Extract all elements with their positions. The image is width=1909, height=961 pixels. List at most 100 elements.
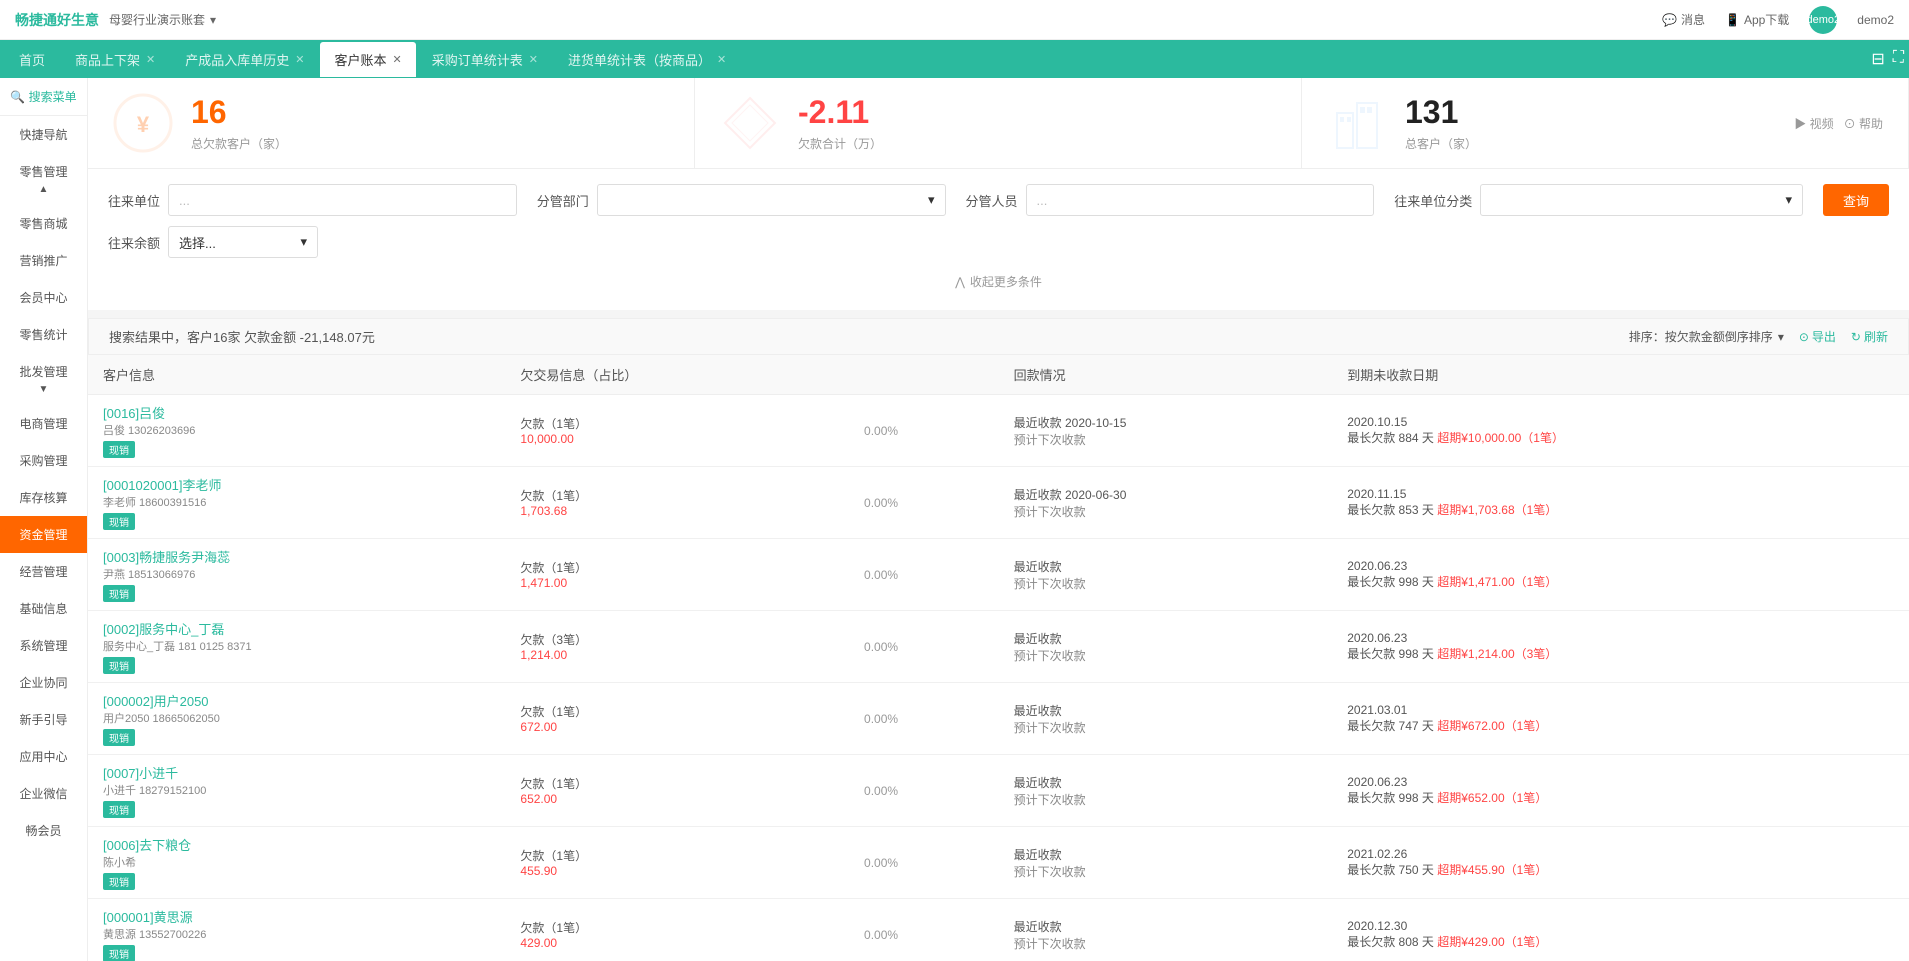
tab-minimize-icon[interactable]: ⊟ [1871, 49, 1884, 69]
next-payment-1: 预计下次收款 [1014, 503, 1318, 520]
overdue-link-0[interactable]: 超期¥10,000.00（1笔） [1437, 431, 1564, 445]
debt-pct-2: 0.00% [864, 568, 898, 582]
tab-home[interactable]: 首页 [5, 42, 59, 77]
sidebar-search[interactable]: 🔍 搜索菜单 [0, 78, 87, 116]
overdue-link-2[interactable]: 超期¥1,471.00（1笔） [1437, 575, 1557, 589]
filter-dept-select[interactable]: ▾ [597, 184, 946, 216]
tab-customer-close[interactable]: ✕ [393, 53, 402, 66]
customer-name-1[interactable]: [0001020001]李老师 [103, 478, 222, 493]
query-button[interactable]: 查询 [1823, 184, 1889, 216]
sidebar-item-batch-mgmt[interactable]: 批发管理 ▼ [0, 353, 87, 405]
company-selector[interactable]: 母婴行业演示账套 ▾ [109, 11, 216, 28]
sidebar-item-corp-wechat[interactable]: 企业微信 [0, 775, 87, 812]
customer-name-6[interactable]: [0006]去下粮仓 [103, 838, 191, 853]
customer-name-3[interactable]: [0002]服务中心_丁磊 [103, 622, 224, 637]
recent-payment-1: 最近收款 2020-06-30 [1014, 486, 1318, 503]
cell-payment-4: 最近收款 预计下次收款 [999, 683, 1333, 755]
filter-category-select[interactable]: ▾ [1480, 184, 1803, 216]
overdue-link-5[interactable]: 超期¥652.00（1笔） [1437, 791, 1547, 805]
filter-area: 往来单位 ... 分管部门 ▾ 分管人员 ... [88, 169, 1909, 310]
tab-product-history[interactable]: 产成品入库单历史 ✕ [171, 42, 318, 77]
sidebar-item-ecommerce[interactable]: 电商管理 [0, 405, 87, 442]
tab-home-label: 首页 [19, 50, 45, 69]
refresh-btn[interactable]: ↻ 刷新 [1851, 328, 1888, 345]
cell-payment-5: 最近收款 预计下次收款 [999, 755, 1333, 827]
tab-purchase-summary[interactable]: 采购订单统计表 ✕ [418, 42, 552, 77]
sidebar-item-purchase[interactable]: 采购管理 [0, 442, 87, 479]
debt-amount-3: 1,214.00 [520, 648, 834, 662]
filter-unit-input[interactable]: ... [168, 184, 517, 216]
sidebar-item-app-center[interactable]: 应用中心 [0, 738, 87, 775]
filter-row-2: 往来余额 选择... ▾ [108, 226, 1889, 258]
message-btn[interactable]: 💬 消息 [1662, 11, 1705, 28]
overdue-link-7[interactable]: 超期¥429.00（1笔） [1437, 935, 1547, 949]
collapse-btn[interactable]: ⋀ 收起更多条件 [108, 268, 1889, 295]
app-download-btn[interactable]: 📱 App下载 [1725, 11, 1789, 28]
customer-name-0[interactable]: [0016]吕俊 [103, 406, 165, 421]
tab-goods-close[interactable]: ✕ [146, 53, 155, 66]
tab-product-close[interactable]: ✕ [295, 53, 304, 66]
customer-name-4[interactable]: [000002]用户2050 [103, 694, 209, 709]
money-icon: ¥ [113, 93, 173, 153]
overdue-link-6[interactable]: 超期¥455.90（1笔） [1437, 863, 1547, 877]
sidebar-item-vip[interactable]: 畅会员 [0, 812, 87, 849]
overdue-info-5: 最长欠款 998 天 超期¥652.00（1笔） [1347, 789, 1894, 806]
main-content: ¥ 16 总欠款客户（家） -2.11 欠款合计（万） [88, 78, 1909, 961]
sort-selector[interactable]: 排序：按欠款金额倒序排序 ▾ [1629, 328, 1784, 345]
due-date-6: 2021.02.26 [1347, 847, 1894, 861]
sidebar-item-cooperation[interactable]: 企业协同 [0, 664, 87, 701]
tab-inbound-close[interactable]: ✕ [717, 53, 726, 66]
overdue-link-3[interactable]: 超期¥1,214.00（3笔） [1437, 647, 1557, 661]
sidebar-item-retail-stats[interactable]: 零售统计 [0, 316, 87, 353]
filter-balance: 往来余额 选择... ▾ [108, 226, 1889, 258]
overdue-link-1[interactable]: 超期¥1,703.68（1笔） [1437, 503, 1557, 517]
sidebar-item-retail-mgmt[interactable]: 零售管理 ▲ [0, 153, 87, 205]
user-avatar[interactable]: demo2 [1809, 6, 1837, 34]
tab-goods-label: 商品上下架 [75, 50, 140, 69]
recent-payment-5: 最近收款 [1014, 774, 1318, 791]
due-date-1: 2020.11.15 [1347, 487, 1894, 501]
col-payment: 回款情况 [999, 355, 1333, 395]
stat-label-3: 总客户（家） [1405, 135, 1477, 152]
tab-goods-toggle[interactable]: 商品上下架 ✕ [61, 42, 169, 77]
debt-amount-7: 429.00 [520, 936, 834, 950]
overdue-days-3: 最长欠款 998 天 [1347, 647, 1437, 661]
debt-pct-3: 0.00% [864, 640, 898, 654]
sidebar-item-retail-mall[interactable]: 零售商城 [0, 205, 87, 242]
cell-customer-5: [0007]小进千 小进千 18279152100 现销 [88, 755, 505, 827]
top-bar-right: 💬 消息 📱 App下载 demo2 demo2 [1662, 6, 1894, 34]
table-header-row: 客户信息 欠交易信息（占比） 回款情况 到期未收款日期 [88, 355, 1909, 395]
tab-customer-account[interactable]: 客户账本 ✕ [320, 42, 415, 77]
sidebar-item-capital[interactable]: 资金管理 [0, 516, 87, 553]
sidebar-item-member[interactable]: 会员中心 [0, 279, 87, 316]
tab-expand-icon[interactable]: ⛶ [1893, 49, 1904, 69]
stat-label-1: 总欠款客户（家） [191, 135, 287, 152]
sidebar-item-inventory[interactable]: 库存核算 [0, 479, 87, 516]
sidebar-item-marketing[interactable]: 营销推广 [0, 242, 87, 279]
recent-payment-3: 最近收款 [1014, 630, 1318, 647]
tab-purchase-close[interactable]: ✕ [529, 53, 538, 66]
sidebar-item-quick-nav[interactable]: 快捷导航 [0, 116, 87, 153]
cell-customer-1: [0001020001]李老师 李老师 18600391516 现销 [88, 467, 505, 539]
chevron-up-icon2: ⋀ [955, 275, 965, 289]
video-btn[interactable]: ▶ 视频 [1794, 115, 1833, 132]
sidebar-item-guide[interactable]: 新手引导 [0, 701, 87, 738]
sidebar-item-system[interactable]: 系统管理 [0, 627, 87, 664]
tab-inbound-summary[interactable]: 进货单统计表（按商品） ✕ [554, 42, 740, 77]
export-btn[interactable]: ⊙ 导出 [1799, 328, 1836, 345]
sidebar-item-basic-info[interactable]: 基础信息 [0, 590, 87, 627]
cell-due-1: 2020.11.15 最长欠款 853 天 超期¥1,703.68（1笔） [1332, 467, 1909, 539]
overdue-info-6: 最长欠款 750 天 超期¥455.90（1笔） [1347, 861, 1894, 878]
overdue-link-4[interactable]: 超期¥672.00（1笔） [1437, 719, 1547, 733]
debt-amount-6: 455.90 [520, 864, 834, 878]
sidebar-item-operations[interactable]: 经营管理 [0, 553, 87, 590]
filter-person: 分管人员 ... [966, 184, 1375, 216]
table-row: [0001020001]李老师 李老师 18600391516 现销 欠款（1笔… [88, 467, 1909, 539]
filter-person-input[interactable]: ... [1026, 184, 1375, 216]
customer-name-2[interactable]: [0003]畅捷服务尹海蕊 [103, 550, 230, 565]
customer-name-5[interactable]: [0007]小进千 [103, 766, 178, 781]
customer-name-7[interactable]: [000001]黄思源 [103, 910, 193, 925]
help-btn[interactable]: ⊙ 帮助 [1844, 115, 1883, 132]
filter-category-label: 往来单位分类 [1394, 191, 1472, 210]
filter-balance-select[interactable]: 选择... ▾ [168, 226, 318, 258]
